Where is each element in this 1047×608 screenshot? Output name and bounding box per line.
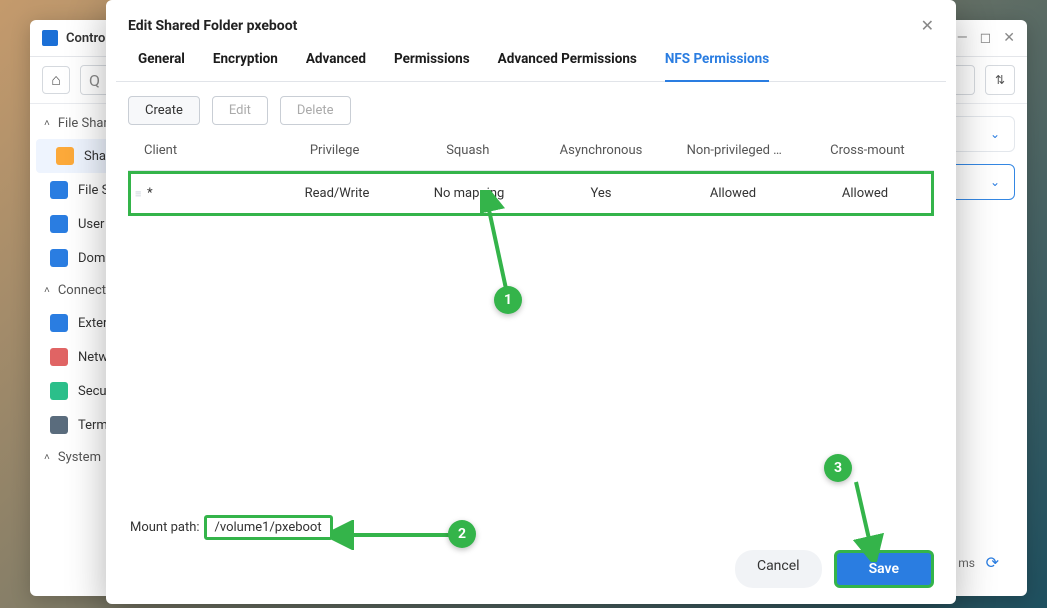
dialog-title: Edit Shared Folder pxeboot [128,18,297,34]
shield-icon [50,382,68,400]
drag-handle-icon[interactable]: ≡ [135,187,142,200]
annotation-marker-2: 2 [448,520,476,548]
dialog-footer: Cancel Save [106,536,956,604]
file-services-icon [50,181,68,199]
create-button[interactable]: Create [128,96,200,125]
external-access-icon [50,314,68,332]
chevron-up-icon: ˄ [44,285,50,296]
table-row[interactable]: ≡ * Read/Write No mapping Yes Allowed Al… [128,171,934,216]
td-client: * [131,182,271,205]
save-button[interactable]: Save [834,550,934,588]
user-group-icon [50,215,68,233]
mount-path: Mount path: /volume1/pxeboot [130,515,333,540]
terminal-icon [50,416,68,434]
tab-advanced-permissions[interactable]: Advanced Permissions [498,45,637,81]
close-window-icon[interactable]: ✕ [1003,30,1015,46]
tab-general[interactable]: General [138,45,185,81]
th-privilege: Privilege [268,139,401,162]
footer-text: ms [958,556,975,570]
chevron-up-icon: ˄ [44,452,50,463]
edit-button: Edit [212,96,268,125]
cancel-button[interactable]: Cancel [735,550,822,588]
th-client: Client [128,139,268,162]
minimize-icon[interactable]: — [957,30,968,46]
chevron-up-icon: ˄ [44,118,50,129]
folder-icon [56,147,74,165]
dialog-header: Edit Shared Folder pxeboot ✕ [106,0,956,45]
mount-path-label: Mount path: [130,520,200,535]
sort-button[interactable]: ⇅ [985,65,1015,95]
table-header: Client Privilege Squash Asynchronous Non… [128,139,934,171]
tab-advanced[interactable]: Advanced [306,45,366,81]
bg-window-controls: — ◻ ✕ [957,30,1015,46]
nfs-rules-table: Client Privilege Squash Asynchronous Non… [128,139,934,216]
group-label: System [58,450,101,465]
td-crossmount: Allowed [799,182,931,205]
chevron-down-icon: ⌄ [990,175,1000,189]
network-icon [50,348,68,366]
th-crossmount: Cross-mount [801,139,934,162]
tab-encryption[interactable]: Encryption [213,45,278,81]
annotation-marker-1: 1 [494,286,522,314]
maximize-icon[interactable]: ◻ [980,30,992,46]
td-nonpriv: Allowed [667,182,799,205]
td-privilege: Read/Write [271,182,403,205]
sort-icon: ⇅ [995,73,1005,87]
home-icon: ⌂ [51,70,61,90]
tab-nfs-permissions[interactable]: NFS Permissions [665,45,769,81]
th-async: Asynchronous [534,139,667,162]
mount-path-value: /volume1/pxeboot [204,515,333,540]
close-icon[interactable]: ✕ [921,16,934,35]
tab-permissions[interactable]: Permissions [394,45,470,81]
annotation-marker-3: 3 [824,454,852,482]
domain-icon [50,249,68,267]
td-async: Yes [535,182,667,205]
dialog-tabs: General Encryption Advanced Permissions … [116,45,946,82]
home-button[interactable]: ⌂ [42,66,70,94]
control-panel-icon [42,30,58,46]
th-squash: Squash [401,139,534,162]
th-nonpriv: Non-privileged … [668,139,801,162]
edit-shared-folder-dialog: Edit Shared Folder pxeboot ✕ General Enc… [106,0,956,604]
delete-button: Delete [280,96,351,125]
chevron-down-icon: ⌄ [990,127,1000,141]
td-squash: No mapping [403,182,535,205]
refresh-icon[interactable]: ⟳ [986,553,999,572]
toolbar: Create Edit Delete [128,96,934,125]
